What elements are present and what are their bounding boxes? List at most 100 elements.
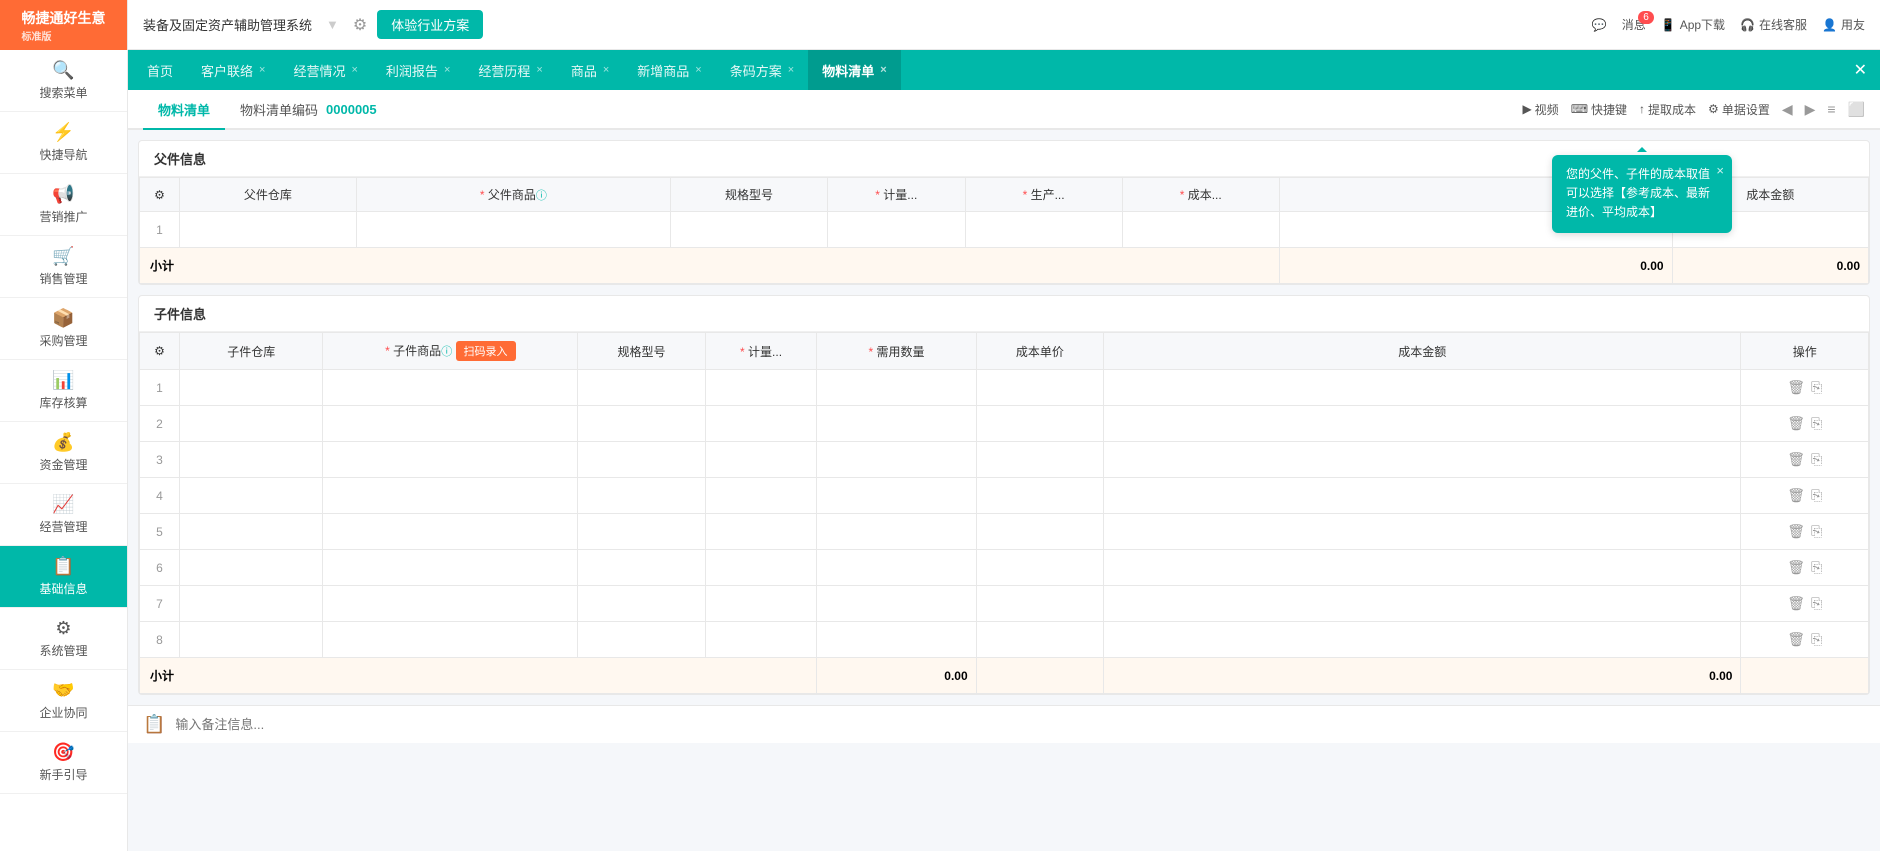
sidebar-item-basicinfo[interactable]: 📋 基础信息 <box>0 546 127 608</box>
app-download-button[interactable]: 📱 App下载 <box>1661 16 1725 33</box>
child-warehouse-cell[interactable] <box>180 406 323 442</box>
child-product-cell[interactable] <box>323 370 578 406</box>
child-warehouse-cell[interactable] <box>180 442 323 478</box>
tab-close[interactable]: × <box>536 64 542 76</box>
child-spec-cell[interactable] <box>578 550 705 586</box>
child-qty-cell[interactable] <box>817 586 976 622</box>
online-support-button[interactable]: 🎧 在线客服 <box>1740 16 1807 33</box>
child-unitprice-cell[interactable] <box>976 370 1103 406</box>
extract-cost-action[interactable]: ↑ 提取成本 <box>1639 101 1696 118</box>
child-warehouse-cell[interactable] <box>180 478 323 514</box>
sidebar-item-purchase[interactable]: 📦 采购管理 <box>0 298 127 360</box>
child-warehouse-cell[interactable] <box>180 550 323 586</box>
child-warehouse-cell[interactable] <box>180 586 323 622</box>
tooltip-close[interactable]: × <box>1716 161 1724 182</box>
child-qty-cell[interactable] <box>817 478 976 514</box>
expand-icon[interactable]: ⬜ <box>1848 101 1865 118</box>
copy-icon[interactable]: ⎘ <box>1811 523 1822 540</box>
tab-close[interactable]: × <box>351 64 357 76</box>
child-spec-cell[interactable] <box>578 478 705 514</box>
tab-home[interactable]: 首页 <box>133 50 187 90</box>
tab-close[interactable]: × <box>695 64 701 76</box>
delete-icon[interactable]: 🗑 <box>1787 595 1805 612</box>
child-qty-cell[interactable] <box>817 622 976 658</box>
child-unit-cell[interactable] <box>705 406 817 442</box>
nav-menu[interactable]: ≡ <box>1827 101 1835 117</box>
child-warehouse-cell[interactable] <box>180 514 323 550</box>
parent-cost-cell[interactable] <box>1122 212 1279 248</box>
sidebar-item-collab[interactable]: 🤝 企业协同 <box>0 670 127 732</box>
child-product-cell[interactable] <box>323 622 578 658</box>
child-spec-cell[interactable] <box>578 442 705 478</box>
tab-profit[interactable]: 利润报告 × <box>372 50 464 90</box>
tab-bom[interactable]: 物料清单 × <box>808 50 900 90</box>
settings-icon[interactable]: ⚙ <box>353 15 367 35</box>
sidebar-item-marketing[interactable]: 📢 营销推广 <box>0 174 127 236</box>
parent-unit-cell[interactable] <box>828 212 965 248</box>
copy-icon[interactable]: ⎘ <box>1811 379 1822 396</box>
parent-warehouse-cell[interactable] <box>180 212 357 248</box>
child-unitprice-cell[interactable] <box>976 406 1103 442</box>
copy-icon[interactable]: ⎘ <box>1811 415 1822 432</box>
delete-icon[interactable]: 🗑 <box>1787 559 1805 576</box>
delete-icon[interactable]: 🗑 <box>1787 379 1805 396</box>
subtab-bom-list[interactable]: 物料清单 <box>143 90 225 130</box>
child-unit-cell[interactable] <box>705 478 817 514</box>
shortcut-action[interactable]: ⌨ 快捷键 <box>1571 101 1627 118</box>
parent-production-cell[interactable] <box>965 212 1122 248</box>
child-qty-cell[interactable] <box>817 442 976 478</box>
child-warehouse-cell[interactable] <box>180 370 323 406</box>
child-spec-cell[interactable] <box>578 514 705 550</box>
tab-close[interactable]: × <box>603 64 609 76</box>
child-qty-cell[interactable] <box>817 406 976 442</box>
delete-icon[interactable]: 🗑 <box>1787 523 1805 540</box>
sidebar-item-sales[interactable]: 🛒 销售管理 <box>0 236 127 298</box>
child-spec-cell[interactable] <box>578 406 705 442</box>
tab-operations[interactable]: 经营情况 × <box>279 50 371 90</box>
tab-close[interactable]: × <box>788 64 794 76</box>
child-product-cell[interactable] <box>323 550 578 586</box>
th-gear[interactable]: ⚙ <box>140 178 180 212</box>
sidebar-item-quicknav[interactable]: ⚡ 快捷导航 <box>0 112 127 174</box>
parent-product-cell[interactable] <box>356 212 670 248</box>
remark-input[interactable] <box>175 717 1865 732</box>
tab-close[interactable]: × <box>880 64 886 76</box>
sidebar-item-management[interactable]: 📈 经营管理 <box>0 484 127 546</box>
child-unit-cell[interactable] <box>705 550 817 586</box>
tab-close[interactable]: × <box>259 64 265 76</box>
child-warehouse-cell[interactable] <box>180 622 323 658</box>
child-product-cell[interactable] <box>323 442 578 478</box>
child-unitprice-cell[interactable] <box>976 442 1103 478</box>
copy-icon[interactable]: ⎘ <box>1811 595 1822 612</box>
parent-spec-cell[interactable] <box>670 212 827 248</box>
delete-icon[interactable]: 🗑 <box>1787 415 1805 432</box>
child-unitprice-cell[interactable] <box>976 550 1103 586</box>
child-unitprice-cell[interactable] <box>976 622 1103 658</box>
tab-close[interactable]: × <box>444 64 450 76</box>
child-qty-cell[interactable] <box>817 550 976 586</box>
copy-icon[interactable]: ⎘ <box>1811 451 1822 468</box>
child-spec-cell[interactable] <box>578 370 705 406</box>
sidebar-item-system[interactable]: ⚙ 系统管理 <box>0 608 127 670</box>
sidebar-item-search[interactable]: 🔍 搜索菜单 <box>0 50 127 112</box>
child-unit-cell[interactable] <box>705 586 817 622</box>
copy-icon[interactable]: ⎘ <box>1811 559 1822 576</box>
tab-products[interactable]: 商品 × <box>557 50 623 90</box>
doc-settings-action[interactable]: ⚙ 单据设置 <box>1708 101 1770 118</box>
sidebar-item-finance[interactable]: 💰 资金管理 <box>0 422 127 484</box>
child-qty-cell[interactable] <box>817 370 976 406</box>
child-product-cell[interactable] <box>323 478 578 514</box>
child-unitprice-cell[interactable] <box>976 514 1103 550</box>
child-spec-cell[interactable] <box>578 622 705 658</box>
child-spec-cell[interactable] <box>578 586 705 622</box>
tab-history[interactable]: 经营历程 × <box>464 50 556 90</box>
copy-icon[interactable]: ⎘ <box>1811 487 1822 504</box>
trial-button[interactable]: 体验行业方案 <box>377 10 483 39</box>
message-button[interactable]: 💬 6 消息 <box>1591 16 1645 33</box>
delete-icon[interactable]: 🗑 <box>1787 451 1805 468</box>
child-unit-cell[interactable] <box>705 622 817 658</box>
child-unit-cell[interactable] <box>705 514 817 550</box>
scan-button[interactable]: 扫码录入 <box>456 341 516 361</box>
th-child-gear[interactable]: ⚙ <box>140 333 180 370</box>
child-unit-cell[interactable] <box>705 370 817 406</box>
